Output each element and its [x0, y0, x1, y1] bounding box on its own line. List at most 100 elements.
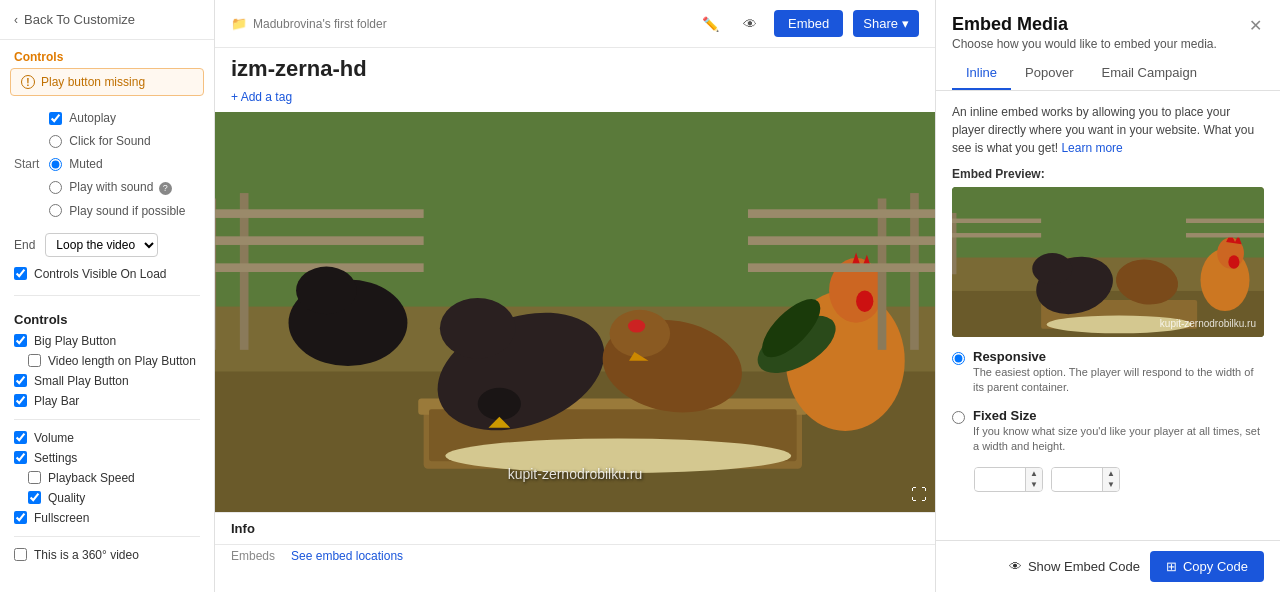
controls-visible-row: Controls Visible On Load — [0, 261, 214, 287]
volume-checkbox[interactable] — [14, 431, 27, 444]
big-play-button-row: Big Play Button — [0, 331, 214, 351]
click-sound-option: Click for Sound — [49, 131, 199, 151]
play-bar-checkbox[interactable] — [14, 394, 27, 407]
end-select[interactable]: Loop the video — [45, 233, 158, 257]
svg-point-32 — [296, 267, 357, 315]
volume-label: Volume — [34, 431, 74, 445]
height-down-button[interactable]: ▼ — [1103, 479, 1119, 491]
svg-point-12 — [610, 310, 671, 358]
small-play-button-row: Small Play Button — [0, 371, 214, 391]
settings-checkbox[interactable] — [14, 451, 27, 464]
responsive-option[interactable]: Responsive The easiest option. The playe… — [952, 349, 1264, 396]
tab-email-campaign[interactable]: Email Campaign — [1088, 57, 1211, 90]
svg-point-9 — [478, 388, 521, 420]
embeds-label: Embeds — [231, 549, 275, 563]
fixed-size-title: Fixed Size — [973, 408, 1264, 423]
video-scene — [215, 112, 935, 512]
preview-button[interactable]: 👁 — [736, 11, 764, 37]
back-button[interactable]: ‹ Back To Customize — [0, 0, 214, 40]
controls-visible-checkbox[interactable] — [14, 267, 27, 280]
svg-rect-21 — [215, 198, 216, 349]
small-play-button-checkbox[interactable] — [14, 374, 27, 387]
click-sound-radio[interactable] — [49, 135, 62, 148]
svg-rect-28 — [748, 209, 935, 218]
fullscreen-checkbox[interactable] — [14, 511, 27, 524]
tab-popover[interactable]: Popover — [1011, 57, 1087, 90]
show-embed-label: Show Embed Code — [1028, 559, 1140, 574]
preview-watermark: kupit-zernodrobilku.ru — [1160, 318, 1256, 329]
eye-icon: 👁 — [1009, 559, 1022, 574]
video-length-label: Video length on Play Button — [48, 354, 196, 368]
svg-point-39 — [1032, 253, 1072, 284]
add-tag-button[interactable]: + Add a tag — [215, 86, 935, 112]
is-360-checkbox[interactable] — [14, 548, 27, 561]
tab-inline[interactable]: Inline — [952, 57, 1011, 90]
video-container: kupit-zernodrobilku.ru ⛶ — [215, 112, 935, 512]
start-label: Start — [14, 157, 39, 171]
quality-checkbox[interactable] — [28, 491, 41, 504]
warning-icon: ! — [21, 75, 35, 89]
svg-rect-48 — [1186, 219, 1264, 223]
playback-speed-label: Playback Speed — [48, 471, 135, 485]
folder-name: Madubrovina's first folder — [253, 17, 387, 31]
panel-title-group: Embed Media Choose how you would like to… — [952, 14, 1217, 51]
responsive-text: Responsive The easiest option. The playe… — [973, 349, 1264, 396]
fixed-size-inputs: 640 ▲ ▼ 360 ▲ ▼ — [974, 467, 1264, 492]
svg-rect-46 — [952, 219, 1041, 223]
learn-more-link[interactable]: Learn more — [1061, 141, 1122, 155]
fixed-size-option[interactable]: Fixed Size If you know what size you'd l… — [952, 408, 1264, 455]
height-up-button[interactable]: ▲ — [1103, 468, 1119, 480]
svg-rect-23 — [215, 209, 424, 218]
muted-radio[interactable] — [49, 158, 62, 171]
width-down-button[interactable]: ▼ — [1026, 479, 1042, 491]
controls-visible-label: Controls Visible On Load — [34, 267, 167, 281]
edit-button[interactable]: ✏️ — [695, 11, 726, 37]
playback-speed-checkbox[interactable] — [28, 471, 41, 484]
responsive-radio[interactable] — [952, 352, 965, 365]
play-with-sound-radio[interactable] — [49, 181, 62, 194]
video-player[interactable]: kupit-zernodrobilku.ru ⛶ — [215, 112, 935, 512]
video-length-checkbox[interactable] — [28, 354, 41, 367]
embed-panel: Embed Media Choose how you would like to… — [935, 0, 1280, 592]
svg-point-44 — [1228, 255, 1239, 268]
play-sound-if-label: Play sound if possible — [69, 204, 185, 218]
responsive-desc: The easiest option. The player will resp… — [973, 365, 1264, 396]
settings-row: Settings — [0, 448, 214, 468]
width-input[interactable]: 640 — [975, 468, 1025, 490]
is-360-row: This is a 360° video — [0, 545, 214, 572]
show-embed-code-button[interactable]: 👁 Show Embed Code — [1009, 559, 1140, 574]
video-title: izm-zerna-hd — [231, 56, 367, 82]
close-panel-button[interactable]: ✕ — [1247, 14, 1264, 37]
muted-label: Muted — [69, 157, 102, 171]
width-up-button[interactable]: ▲ — [1026, 468, 1042, 480]
height-input[interactable]: 360 — [1052, 468, 1102, 490]
quality-row: Quality — [0, 488, 214, 508]
title-row: izm-zerna-hd — [215, 48, 935, 86]
fixed-size-radio[interactable] — [952, 411, 965, 424]
copy-code-button[interactable]: ⊞ Copy Code — [1150, 551, 1264, 582]
svg-rect-24 — [215, 236, 424, 245]
fullscreen-label: Fullscreen — [34, 511, 89, 525]
controls-section-title: Controls — [0, 304, 214, 331]
play-with-sound-option: Play with sound ? — [49, 177, 199, 198]
playback-speed-row: Playback Speed — [0, 468, 214, 488]
fullscreen-row: Fullscreen — [0, 508, 214, 528]
share-chevron-icon: ▾ — [902, 16, 909, 31]
width-input-wrap: 640 ▲ ▼ — [974, 467, 1043, 492]
svg-point-14 — [628, 320, 645, 333]
play-sound-if-radio[interactable] — [49, 204, 62, 217]
end-row: End Loop the video — [0, 229, 214, 261]
muted-option: Muted — [49, 154, 199, 174]
autoplay-checkbox[interactable] — [49, 112, 62, 125]
volume-row: Volume — [0, 428, 214, 448]
embed-button[interactable]: Embed — [774, 10, 843, 37]
help-icon: ? — [159, 182, 172, 195]
video-watermark: kupit-zernodrobilku.ru — [508, 466, 643, 482]
share-button[interactable]: Share ▾ — [853, 10, 919, 37]
play-with-sound-label: Play with sound ? — [69, 180, 171, 195]
see-embed-locations-link[interactable]: See embed locations — [291, 549, 403, 563]
fullscreen-button[interactable]: ⛶ — [911, 486, 927, 504]
autoplay-label: Autoplay — [69, 111, 116, 125]
big-play-button-checkbox[interactable] — [14, 334, 27, 347]
fixed-size-desc: If you know what size you'd like your pl… — [973, 424, 1264, 455]
